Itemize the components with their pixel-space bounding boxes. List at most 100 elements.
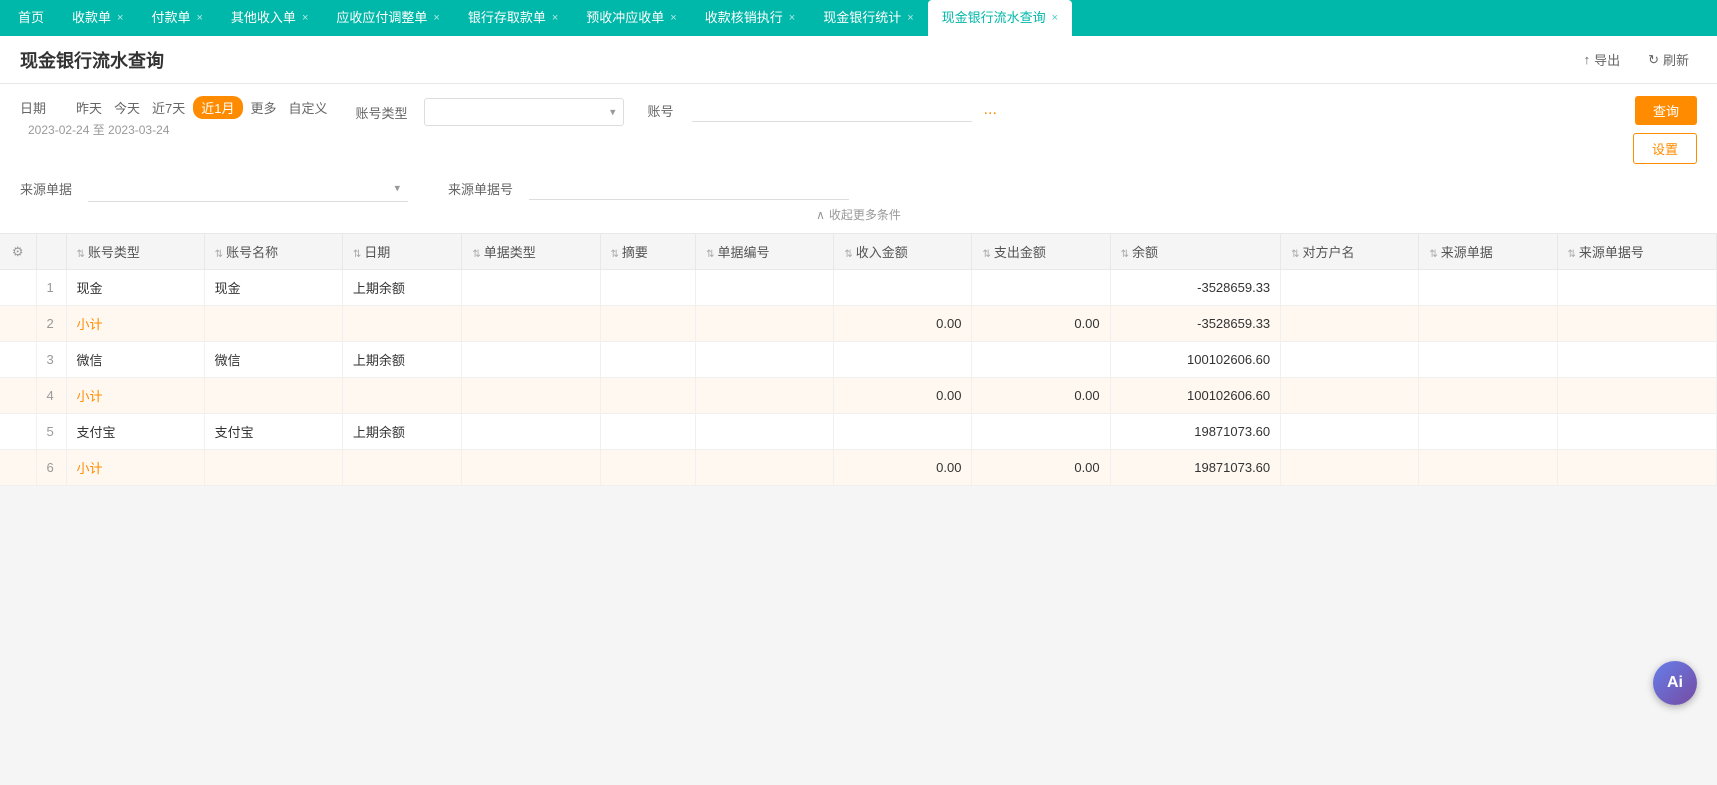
row-source-doc-no-5: [1557, 450, 1717, 486]
th-income[interactable]: ⇅收入金额: [834, 234, 972, 270]
th-counterpart[interactable]: ⇅对方户名: [1281, 234, 1419, 270]
th-balance[interactable]: ⇅余额: [1110, 234, 1281, 270]
row-expense-1: 0.00: [972, 306, 1110, 342]
row-account-type-1: 小计: [66, 306, 204, 342]
nav-tab-7[interactable]: 现金银行统计 ×: [809, 0, 927, 36]
close-icon[interactable]: ×: [433, 0, 439, 36]
th-account-type[interactable]: ⇅账号类型: [66, 234, 204, 270]
close-icon[interactable]: ×: [196, 0, 202, 36]
row-account-name-2: 微信: [204, 342, 342, 378]
row-doc-no-1: [696, 306, 834, 342]
row-gear-5: [0, 450, 36, 486]
export-icon: ↑: [1584, 52, 1591, 67]
row-doc-no-2: [696, 342, 834, 378]
account-type-select[interactable]: [424, 98, 624, 126]
source-doc-select[interactable]: [88, 174, 408, 202]
row-date-5: [342, 450, 462, 486]
nav-tab-8[interactable]: 现金银行流水查询 ×: [928, 0, 1072, 36]
close-icon[interactable]: ×: [670, 0, 676, 36]
refresh-button[interactable]: ↻ 刷新: [1640, 46, 1697, 73]
settings-button[interactable]: 设置: [1633, 133, 1697, 164]
row-summary-3: [600, 378, 696, 414]
table-row: 6 小计 0.00 0.00 19871073.60: [0, 450, 1717, 486]
row-doc-type-2: [462, 342, 600, 378]
row-summary-4: [600, 414, 696, 450]
source-doc-no-group: 来源单据号: [448, 176, 849, 200]
row-counterpart-0: [1281, 270, 1419, 306]
row-balance-1: -3528659.33: [1110, 306, 1281, 342]
data-table: ⚙ ⇅账号类型 ⇅账号名称 ⇅日期 ⇅单据类型 ⇅摘要 ⇅单据编号 ⇅收入金额 …: [0, 234, 1717, 486]
table-row: 2 小计 0.00 0.00 -3528659.33: [0, 306, 1717, 342]
row-expense-0: [972, 270, 1110, 306]
row-account-type-5: 小计: [66, 450, 204, 486]
row-counterpart-1: [1281, 306, 1419, 342]
th-date[interactable]: ⇅日期: [342, 234, 462, 270]
date-opt-1month[interactable]: 近1月: [193, 96, 242, 119]
close-icon[interactable]: ×: [1052, 0, 1058, 36]
row-num-1: 2: [36, 306, 66, 342]
th-summary[interactable]: ⇅摘要: [600, 234, 696, 270]
table-row: 3 微信 微信 上期余额 100102606.60: [0, 342, 1717, 378]
row-date-2: 上期余额: [342, 342, 462, 378]
date-opt-custom[interactable]: 自定义: [285, 96, 332, 119]
row-source-doc-5: [1419, 450, 1557, 486]
source-doc-no-input[interactable]: [529, 176, 849, 200]
th-account-name[interactable]: ⇅账号名称: [204, 234, 342, 270]
row-expense-4: [972, 414, 1110, 450]
row-num-4: 5: [36, 414, 66, 450]
table-row: 4 小计 0.00 0.00 100102606.60: [0, 378, 1717, 414]
date-opt-more[interactable]: 更多: [247, 96, 281, 119]
close-icon[interactable]: ×: [117, 0, 123, 36]
row-source-doc-no-2: [1557, 342, 1717, 378]
nav-tab-0[interactable]: 收款单 ×: [58, 0, 137, 36]
row-counterpart-5: [1281, 450, 1419, 486]
date-opt-7days[interactable]: 近7天: [148, 96, 189, 119]
row-source-doc-1: [1419, 306, 1557, 342]
th-doc-type[interactable]: ⇅单据类型: [462, 234, 600, 270]
th-source-doc-no[interactable]: ⇅来源单据号: [1557, 234, 1717, 270]
account-input[interactable]: [692, 98, 972, 122]
source-row: 来源单据 ▾ 来源单据号: [20, 174, 1697, 202]
row-account-name-3: [204, 378, 342, 414]
row-source-doc-3: [1419, 378, 1557, 414]
top-nav: 首页 收款单 × 付款单 × 其他收入单 × 应收应付调整单 × 银行存取款单 …: [0, 0, 1717, 36]
source-doc-select-wrapper: ▾: [88, 174, 408, 202]
row-summary-1: [600, 306, 696, 342]
date-opt-yesterday[interactable]: 昨天: [72, 96, 106, 119]
row-gear-2: [0, 342, 36, 378]
date-opt-today[interactable]: 今天: [110, 96, 144, 119]
nav-tab-3[interactable]: 应收应付调整单 ×: [322, 0, 453, 36]
nav-tab-5[interactable]: 预收冲应收单 ×: [572, 0, 690, 36]
ai-badge[interactable]: Ai: [1653, 661, 1697, 705]
nav-tab-4[interactable]: 银行存取款单 ×: [454, 0, 572, 36]
row-balance-2: 100102606.60: [1110, 342, 1281, 378]
close-icon[interactable]: ×: [789, 0, 795, 36]
th-source-doc[interactable]: ⇅来源单据: [1419, 234, 1557, 270]
th-gear[interactable]: ⚙: [0, 234, 36, 270]
th-expense[interactable]: ⇅支出金额: [972, 234, 1110, 270]
row-expense-5: 0.00: [972, 450, 1110, 486]
table-row: 5 支付宝 支付宝 上期余额 19871073.60: [0, 414, 1717, 450]
nav-home[interactable]: 首页: [4, 0, 58, 36]
close-icon[interactable]: ×: [552, 0, 558, 36]
table-container: ⚙ ⇅账号类型 ⇅账号名称 ⇅日期 ⇅单据类型 ⇅摘要 ⇅单据编号 ⇅收入金额 …: [0, 234, 1717, 486]
row-summary-2: [600, 342, 696, 378]
row-doc-type-0: [462, 270, 600, 306]
collapse-bar[interactable]: ∧ 收起更多条件: [20, 202, 1697, 225]
nav-tab-1[interactable]: 付款单 ×: [137, 0, 216, 36]
dots-button[interactable]: ...: [984, 101, 997, 119]
export-button[interactable]: ↑ 导出: [1576, 46, 1629, 73]
row-income-1: 0.00: [834, 306, 972, 342]
query-button[interactable]: 查询: [1635, 96, 1697, 125]
close-icon[interactable]: ×: [907, 0, 913, 36]
nav-tab-6[interactable]: 收款核销执行 ×: [691, 0, 809, 36]
btn-group-right: 查询 设置: [1633, 96, 1697, 164]
collapse-up-icon: ∧: [816, 208, 825, 222]
nav-tab-2[interactable]: 其他收入单 ×: [217, 0, 322, 36]
close-icon[interactable]: ×: [302, 0, 308, 36]
row-num-3: 4: [36, 378, 66, 414]
source-doc-label: 来源单据: [20, 179, 72, 198]
row-account-name-0: 现金: [204, 270, 342, 306]
row-doc-type-4: [462, 414, 600, 450]
th-doc-no[interactable]: ⇅单据编号: [696, 234, 834, 270]
